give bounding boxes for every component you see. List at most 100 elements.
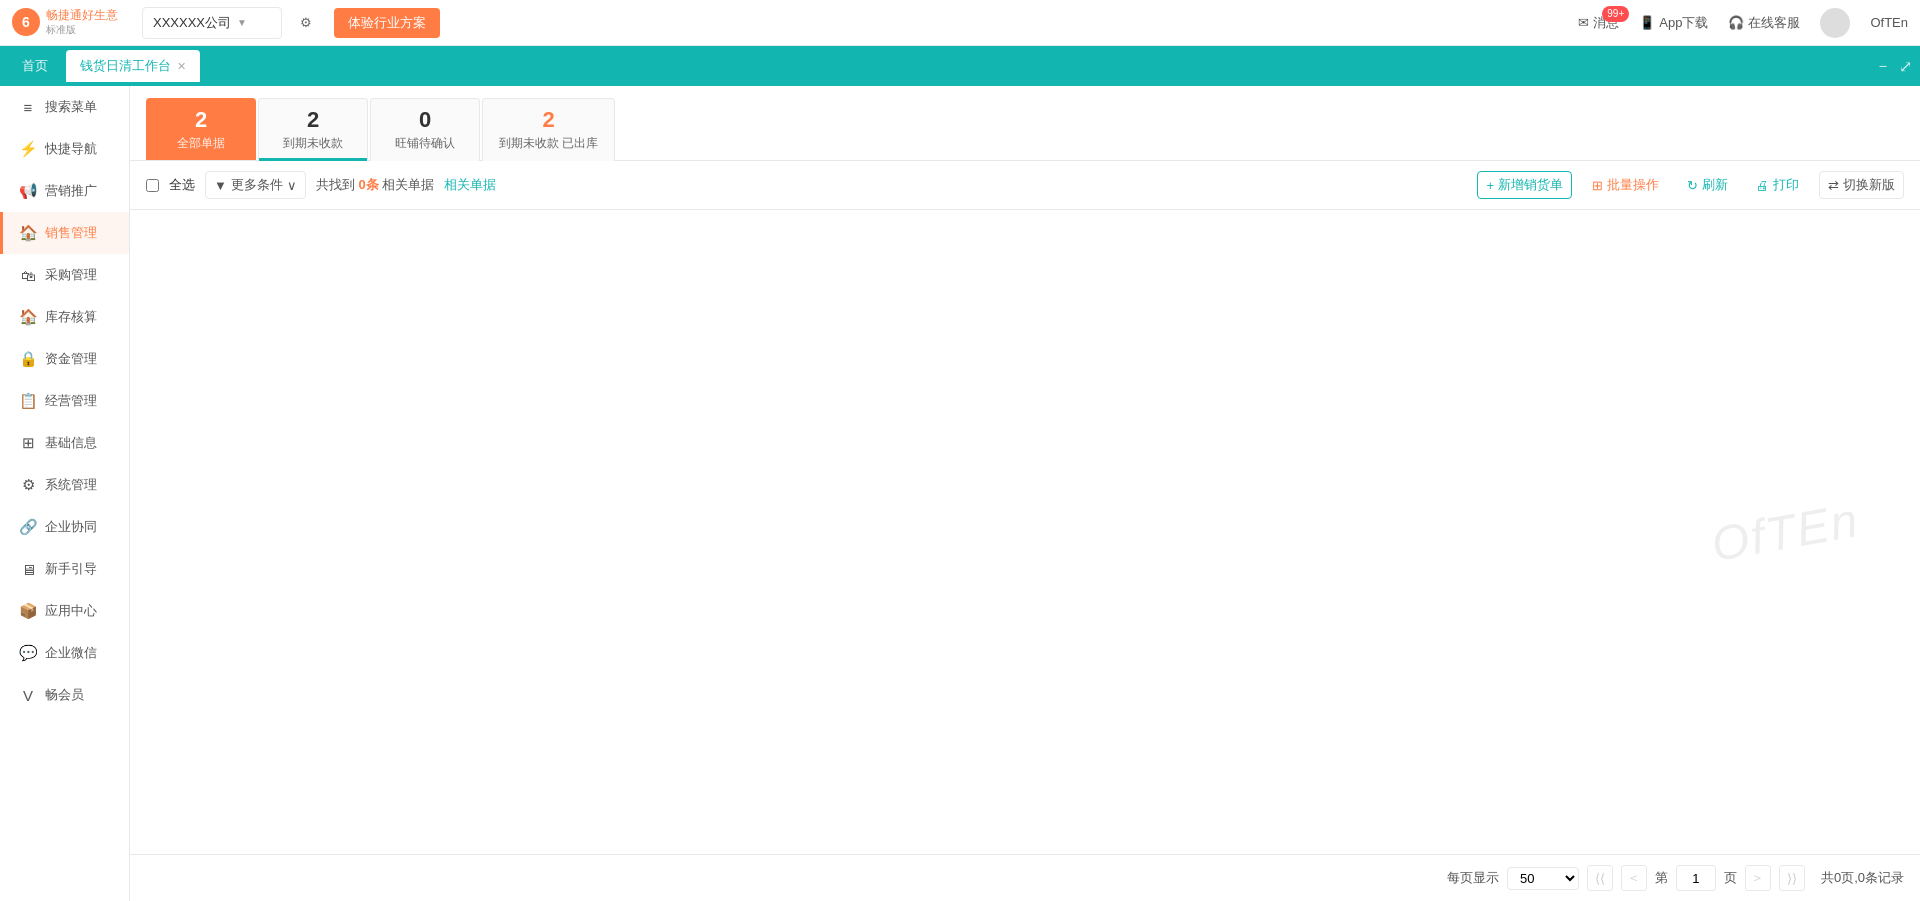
support-icon: 🎧	[1728, 15, 1744, 30]
total-text: 共0页,0条记录	[1821, 869, 1904, 887]
user-name: OfTEn	[1870, 15, 1908, 30]
tab-bar: 首页 钱货日清工作台 ✕ － ⤢	[0, 46, 1920, 86]
sidebar-item-marketing[interactable]: 📢 营销推广	[0, 170, 129, 212]
pagination-bar: 每页显示 50 10 20 100 ⟨⟨ ＜ 第 页 ＞ ⟩⟩ 共0页,0条记录	[130, 854, 1920, 901]
refresh-label: 刷新	[1702, 176, 1728, 194]
add-icon: +	[1486, 178, 1494, 193]
sidebar-item-member[interactable]: V 畅会员	[0, 674, 129, 716]
stat-tab-all[interactable]: 2 全部单据	[146, 98, 256, 160]
tab-home[interactable]: 首页	[8, 50, 62, 82]
related-link[interactable]: 相关单据	[444, 176, 496, 194]
stat-tab-overdue[interactable]: 2 到期未收款	[258, 98, 368, 161]
toolbar-left: 全选 ▼ 更多条件 ∨ 共找到 0条 相关单据 相关单据	[146, 171, 1465, 199]
inventory-icon: 🏠	[19, 308, 37, 326]
stat-tab-shipped[interactable]: 2 到期未收款 已出库	[482, 98, 615, 161]
app-download-label: App下载	[1659, 14, 1708, 32]
stat-all-label: 全部单据	[163, 135, 239, 152]
prev-page-button[interactable]: ＜	[1621, 865, 1647, 891]
sidebar-guide-label: 新手引导	[45, 560, 97, 578]
add-order-button[interactable]: + 新增销货单	[1477, 171, 1572, 199]
settings-button[interactable]: ⚙	[290, 7, 322, 39]
sidebar-item-sales[interactable]: 🏠 销售管理	[0, 212, 129, 254]
sidebar-item-navigation[interactable]: ⚡ 快捷导航	[0, 128, 129, 170]
messages-button[interactable]: ✉ 消息 99+	[1578, 14, 1619, 32]
wechat-icon: 💬	[19, 644, 37, 662]
select-all-label: 全选	[169, 176, 195, 194]
sidebar-item-basic-info[interactable]: ⊞ 基础信息	[0, 422, 129, 464]
message-icon: ✉	[1578, 15, 1589, 30]
purchase-icon: 🛍	[19, 266, 37, 284]
sidebar-finance-label: 资金管理	[45, 350, 97, 368]
found-suffix: 相关单据	[382, 177, 434, 192]
stat-wangpu-label: 旺铺待确认	[387, 135, 463, 152]
sidebar-item-app-center[interactable]: 📦 应用中心	[0, 590, 129, 632]
found-prefix: 共找到	[316, 177, 355, 192]
batch-label: 批量操作	[1607, 176, 1659, 194]
stats-tabs: 2 全部单据 2 到期未收款 0 旺铺待确认 2 到期未收款 已出库	[130, 86, 1920, 161]
page-prefix-label: 第	[1655, 869, 1668, 887]
sidebar-item-wechat[interactable]: 💬 企业微信	[0, 632, 129, 674]
sidebar-item-purchase[interactable]: 🛍 采购管理	[0, 254, 129, 296]
sidebar-item-finance[interactable]: 🔒 资金管理	[0, 338, 129, 380]
logo-area: 6 畅捷通好生意 标准版	[12, 8, 142, 36]
online-support-button[interactable]: 🎧 在线客服	[1728, 14, 1800, 32]
tab-minimize-icon[interactable]: －	[1875, 56, 1891, 77]
mobile-icon: 📱	[1639, 15, 1655, 30]
refresh-button[interactable]: ↻ 刷新	[1679, 172, 1736, 198]
finance-icon: 🔒	[19, 350, 37, 368]
tab-close-icon[interactable]: ✕	[177, 60, 186, 73]
filter-button[interactable]: ▼ 更多条件 ∨	[205, 171, 306, 199]
sidebar-item-operations[interactable]: 📋 经营管理	[0, 380, 129, 422]
experience-button[interactable]: 体验行业方案	[334, 8, 440, 38]
sidebar-item-system[interactable]: ⚙ 系统管理	[0, 464, 129, 506]
sidebar-item-search[interactable]: ≡ 搜索菜单	[0, 86, 129, 128]
app-center-icon: 📦	[19, 602, 37, 620]
refresh-icon: ↻	[1687, 178, 1698, 193]
tab-expand-icon[interactable]: ⤢	[1899, 57, 1912, 76]
sidebar-enterprise-label: 企业协同	[45, 518, 97, 536]
print-label: 打印	[1773, 176, 1799, 194]
next-page-button[interactable]: ＞	[1745, 865, 1771, 891]
sidebar-sales-label: 销售管理	[45, 224, 97, 242]
page-number-input[interactable]	[1676, 865, 1716, 891]
messages-badge: 99+	[1602, 6, 1629, 22]
sidebar-inventory-label: 库存核算	[45, 308, 97, 326]
sidebar-app-center-label: 应用中心	[45, 602, 97, 620]
tab-right-actions: － ⤢	[1875, 56, 1912, 77]
top-header: 6 畅捷通好生意 标准版 XXXXXX公司 ▼ ⚙ 体验行业方案 ✉ 消息 99…	[0, 0, 1920, 46]
main-layout: ≡ 搜索菜单 ⚡ 快捷导航 📢 营销推广 🏠 销售管理 🛍 采购管理 🏠 库存核…	[0, 86, 1920, 901]
sidebar-basic-info-label: 基础信息	[45, 434, 97, 452]
filter-icon: ▼	[214, 178, 227, 193]
company-selector[interactable]: XXXXXX公司 ▼	[142, 7, 282, 39]
sidebar-member-label: 畅会员	[45, 686, 84, 704]
print-button[interactable]: 🖨 打印	[1748, 172, 1807, 198]
add-order-label: 新增销货单	[1498, 176, 1563, 194]
chevron-down-icon: ▼	[237, 17, 247, 28]
marketing-icon: 📢	[19, 182, 37, 200]
select-all-checkbox[interactable]	[146, 179, 159, 192]
tab-work-bench[interactable]: 钱货日清工作台 ✕	[66, 50, 200, 82]
per-page-label: 每页显示	[1447, 869, 1499, 887]
sidebar-system-label: 系统管理	[45, 476, 97, 494]
sidebar-item-enterprise[interactable]: 🔗 企业协同	[0, 506, 129, 548]
batch-operation-button[interactable]: ⊞ 批量操作	[1584, 172, 1667, 198]
sidebar-item-guide[interactable]: 🖥 新手引导	[0, 548, 129, 590]
print-icon: 🖨	[1756, 178, 1769, 193]
stat-tab-wangpu[interactable]: 0 旺铺待确认	[370, 98, 480, 161]
per-page-select[interactable]: 50 10 20 100	[1507, 867, 1579, 890]
switch-version-button[interactable]: ⇄ 切换新版	[1819, 171, 1904, 199]
switch-label: 切换新版	[1843, 176, 1895, 194]
company-name: XXXXXX公司	[153, 14, 231, 32]
tab-home-label: 首页	[22, 57, 48, 75]
page-suffix-label: 页	[1724, 869, 1737, 887]
app-download-button[interactable]: 📱 App下载	[1639, 14, 1708, 32]
first-page-button[interactable]: ⟨⟨	[1587, 865, 1613, 891]
sidebar-item-inventory[interactable]: 🏠 库存核算	[0, 296, 129, 338]
stat-all-num: 2	[163, 107, 239, 133]
gear-icon: ⚙	[300, 15, 312, 30]
basic-info-icon: ⊞	[19, 434, 37, 452]
watermark-text: OfTEn	[1708, 492, 1864, 572]
filter-label: 更多条件	[231, 176, 283, 194]
avatar[interactable]	[1820, 8, 1850, 38]
last-page-button[interactable]: ⟩⟩	[1779, 865, 1805, 891]
